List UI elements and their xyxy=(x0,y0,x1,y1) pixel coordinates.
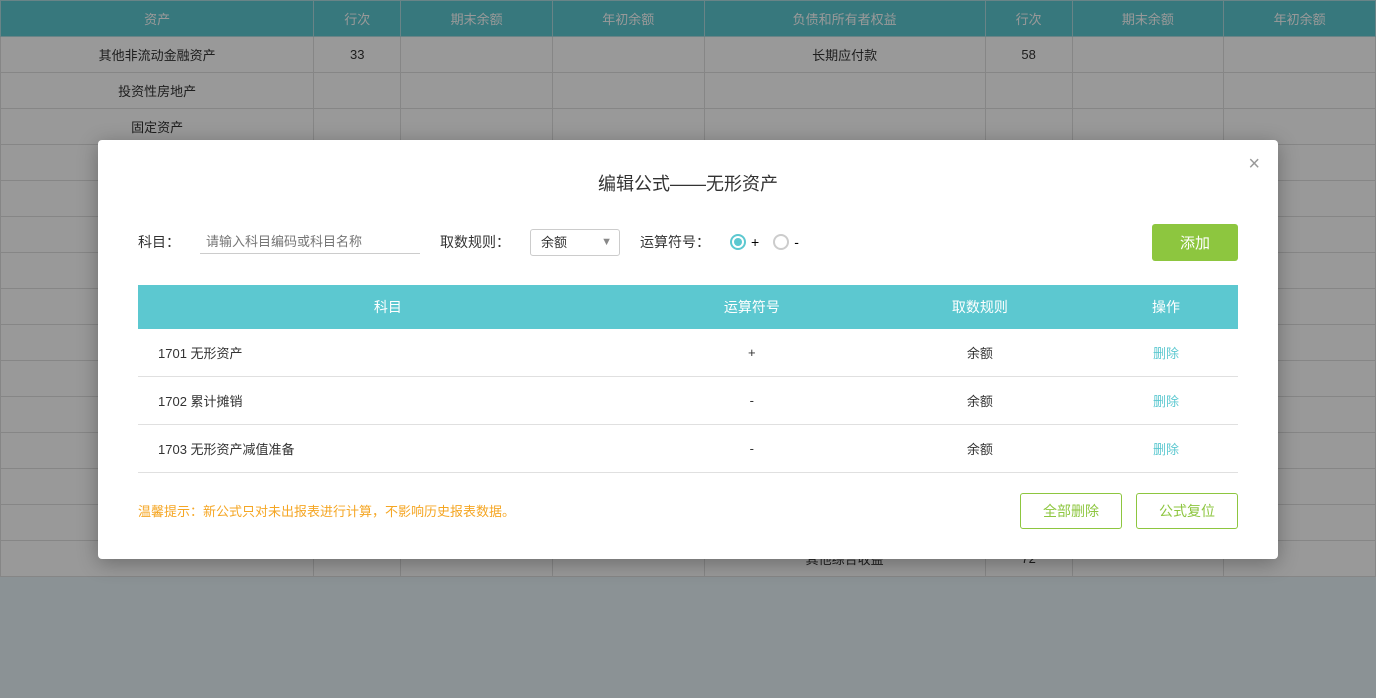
subject-input[interactable] xyxy=(200,230,420,254)
rule-label: 取数规则： xyxy=(440,232,510,252)
th-action: 操作 xyxy=(1094,285,1238,329)
cell-rule: 余额 xyxy=(866,424,1094,472)
subject-label: 科目： xyxy=(138,232,180,252)
modal-title: 编辑公式——无形资产 xyxy=(138,170,1238,196)
cell-subject: 1702 累计摊销 xyxy=(138,376,638,424)
cell-operator: - xyxy=(638,424,866,472)
modal-footer: 温馨提示：新公式只对未出报表进行计算，不影响历史报表数据。 全部删除 公式复位 xyxy=(138,493,1238,529)
cell-subject: 1703 无形资产减值准备 xyxy=(138,424,638,472)
th-subject: 科目 xyxy=(138,285,638,329)
delete-link[interactable]: 删除 xyxy=(1153,346,1179,361)
cell-action: 删除 xyxy=(1094,424,1238,472)
cell-subject: 1701 无形资产 xyxy=(138,329,638,377)
close-button[interactable]: × xyxy=(1248,154,1260,174)
radio-minus-label: - xyxy=(794,234,799,250)
table-row: 1702 累计摊销-余额 删除 xyxy=(138,376,1238,424)
radio-plus[interactable]: + xyxy=(730,234,759,250)
cell-action: 删除 xyxy=(1094,376,1238,424)
cell-operator: - xyxy=(638,376,866,424)
radio-plus-circle xyxy=(730,234,746,250)
footer-buttons: 全部删除 公式复位 xyxy=(1020,493,1238,529)
rule-select-wrapper[interactable]: 余额借方贷方 ▼ xyxy=(530,229,620,256)
modal-dialog: × 编辑公式——无形资产 科目： 取数规则： 余额借方贷方 ▼ 运算符号： + … xyxy=(98,140,1278,559)
warning-text: 温馨提示：新公式只对未出报表进行计算，不影响历史报表数据。 xyxy=(138,501,515,520)
formula-table-header: 科目 运算符号 取数规则 操作 xyxy=(138,285,1238,329)
formula-table: 科目 运算符号 取数规则 操作 1701 无形资产+余额删除1702 累计摊销-… xyxy=(138,285,1238,473)
radio-plus-label: + xyxy=(751,234,759,250)
cell-rule: 余额 xyxy=(866,329,1094,377)
radio-minus[interactable]: - xyxy=(773,234,799,250)
th-rule: 取数规则 xyxy=(866,285,1094,329)
rule-select[interactable]: 余额借方贷方 xyxy=(530,229,620,256)
form-row: 科目： 取数规则： 余额借方贷方 ▼ 运算符号： + - 添加 xyxy=(138,224,1238,261)
modal-overlay: × 编辑公式——无形资产 科目： 取数规则： 余额借方贷方 ▼ 运算符号： + … xyxy=(0,0,1376,698)
operator-label: 运算符号： xyxy=(640,232,710,252)
cell-operator: + xyxy=(638,329,866,377)
reset-button[interactable]: 公式复位 xyxy=(1136,493,1238,529)
formula-table-body: 1701 无形资产+余额删除1702 累计摊销-余额删除1703 无形资产减值准… xyxy=(138,329,1238,473)
cell-rule: 余额 xyxy=(866,376,1094,424)
add-button[interactable]: 添加 xyxy=(1152,224,1238,261)
table-row: 1703 无形资产减值准备-余额 删除 xyxy=(138,424,1238,472)
cell-action: 删除 xyxy=(1094,329,1238,377)
radio-minus-circle xyxy=(773,234,789,250)
delete-link[interactable]: 删除 xyxy=(1153,442,1179,457)
th-operator: 运算符号 xyxy=(638,285,866,329)
operator-radio-group: + - xyxy=(730,234,799,250)
delete-link[interactable]: 删除 xyxy=(1153,394,1179,409)
delete-all-button[interactable]: 全部删除 xyxy=(1020,493,1122,529)
table-row: 1701 无形资产+余额 删除 xyxy=(138,329,1238,377)
